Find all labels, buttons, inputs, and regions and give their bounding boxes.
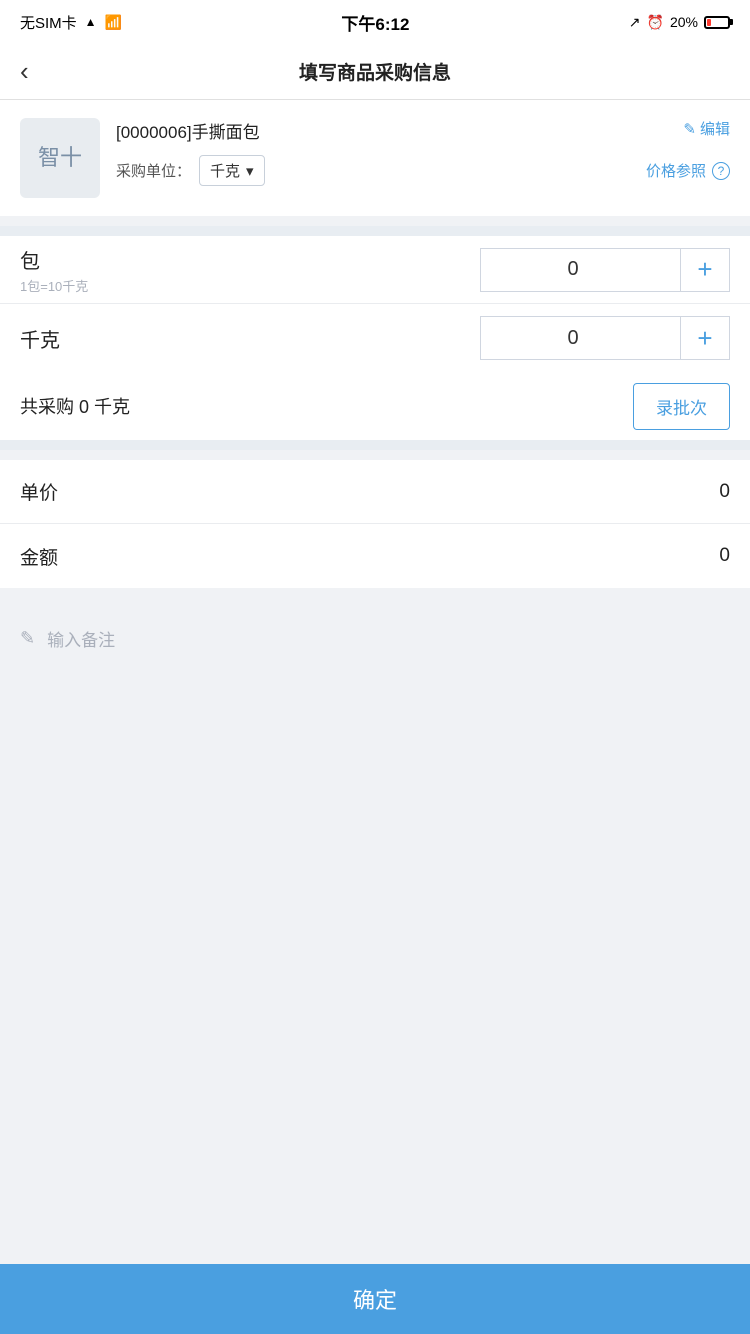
bao-quantity-input[interactable] xyxy=(480,248,680,292)
wifi-icon: 📶 xyxy=(105,14,122,31)
location-icon: ↗ xyxy=(629,14,641,31)
unit-dropdown[interactable]: 千克 ▾ xyxy=(199,155,265,186)
status-left: 无SIM卡 ▲ 📶 xyxy=(20,12,122,33)
edit-button[interactable]: ✎ 编辑 xyxy=(683,118,730,139)
product-name-row: [0000006]手撕面包 ✎ 编辑 xyxy=(116,118,730,143)
confirm-button-label: 确定 xyxy=(353,1283,397,1315)
bao-input-row: 包 1包=10千克 + xyxy=(0,236,750,304)
alarm-icon: ⏰ xyxy=(647,14,664,31)
empty-space xyxy=(0,678,750,938)
bao-input-control: + xyxy=(140,248,730,292)
section-divider-1 xyxy=(0,226,750,236)
bao-label-group: 包 1包=10千克 xyxy=(20,245,140,295)
price-reference-button[interactable]: 价格参照 ? xyxy=(646,160,730,181)
qianke-label: 千克 xyxy=(20,324,140,353)
qianke-quantity-input[interactable] xyxy=(480,316,680,360)
carrier-text: 无SIM卡 xyxy=(20,12,77,33)
product-name: [0000006]手撕面包 xyxy=(116,118,260,143)
bao-sub-label: 1包=10千克 xyxy=(20,276,140,295)
qianke-input-row: 千克 + xyxy=(0,304,750,372)
bao-plus-button[interactable]: + xyxy=(680,248,730,292)
input-section: 包 1包=10千克 + 千克 + xyxy=(0,236,750,372)
note-section[interactable]: ✎ 输入备注 xyxy=(0,598,750,678)
confirm-button[interactable]: 确定 xyxy=(0,1264,750,1334)
unit-price-row: 单价 0 xyxy=(0,460,750,524)
section-divider-2 xyxy=(0,440,750,450)
qianke-input-control: + xyxy=(140,316,730,360)
status-time: 下午6:12 xyxy=(341,10,409,35)
record-batch-button[interactable]: 录批次 xyxy=(633,383,730,430)
product-card: 智十 [0000006]手撕面包 ✎ 编辑 采购单位： 千克 ▾ xyxy=(0,100,750,216)
status-bar: 无SIM卡 ▲ 📶 下午6:12 ↗ ⏰ 20% xyxy=(0,0,750,44)
price-ref-icon: ? xyxy=(712,162,730,180)
product-thumbnail: 智十 xyxy=(20,118,100,198)
price-section: 单价 0 金额 0 xyxy=(0,460,750,588)
note-placeholder: 输入备注 xyxy=(47,626,115,651)
edit-label: 编辑 xyxy=(700,118,730,139)
amount-label: 金额 xyxy=(20,543,58,570)
unit-price-label: 单价 xyxy=(20,478,58,505)
unit-value: 千克 xyxy=(210,160,240,181)
dropdown-icon: ▾ xyxy=(246,162,254,180)
battery-icon xyxy=(704,16,730,29)
signal-icon: ▲ xyxy=(85,15,97,29)
qianke-label-group: 千克 xyxy=(20,324,140,353)
amount-value: 0 xyxy=(719,545,730,567)
status-right: ↗ ⏰ 20% xyxy=(629,14,730,31)
edit-icon: ✎ xyxy=(683,120,696,138)
unit-price-value: 0 xyxy=(719,481,730,503)
nav-bar: ‹ 填写商品采购信息 xyxy=(0,44,750,100)
unit-label: 采购单位： xyxy=(116,160,191,181)
unit-selector-group: 采购单位： 千克 ▾ xyxy=(116,155,265,186)
battery-percent: 20% xyxy=(670,14,698,30)
summary-text: 共采购 0 千克 xyxy=(20,393,130,419)
qianke-plus-button[interactable]: + xyxy=(680,316,730,360)
amount-row: 金额 0 xyxy=(0,524,750,588)
note-icon: ✎ xyxy=(20,628,35,649)
back-button[interactable]: ‹ xyxy=(20,56,29,87)
page-title: 填写商品采购信息 xyxy=(299,58,451,85)
product-unit-row: 采购单位： 千克 ▾ 价格参照 ? xyxy=(116,155,730,186)
bao-label: 包 xyxy=(20,245,140,274)
summary-section: 共采购 0 千克 录批次 xyxy=(0,372,750,440)
product-logo: 智十 xyxy=(38,145,82,171)
product-info: [0000006]手撕面包 ✎ 编辑 采购单位： 千克 ▾ 价格参照 ? xyxy=(116,118,730,186)
price-ref-label: 价格参照 xyxy=(646,160,706,181)
